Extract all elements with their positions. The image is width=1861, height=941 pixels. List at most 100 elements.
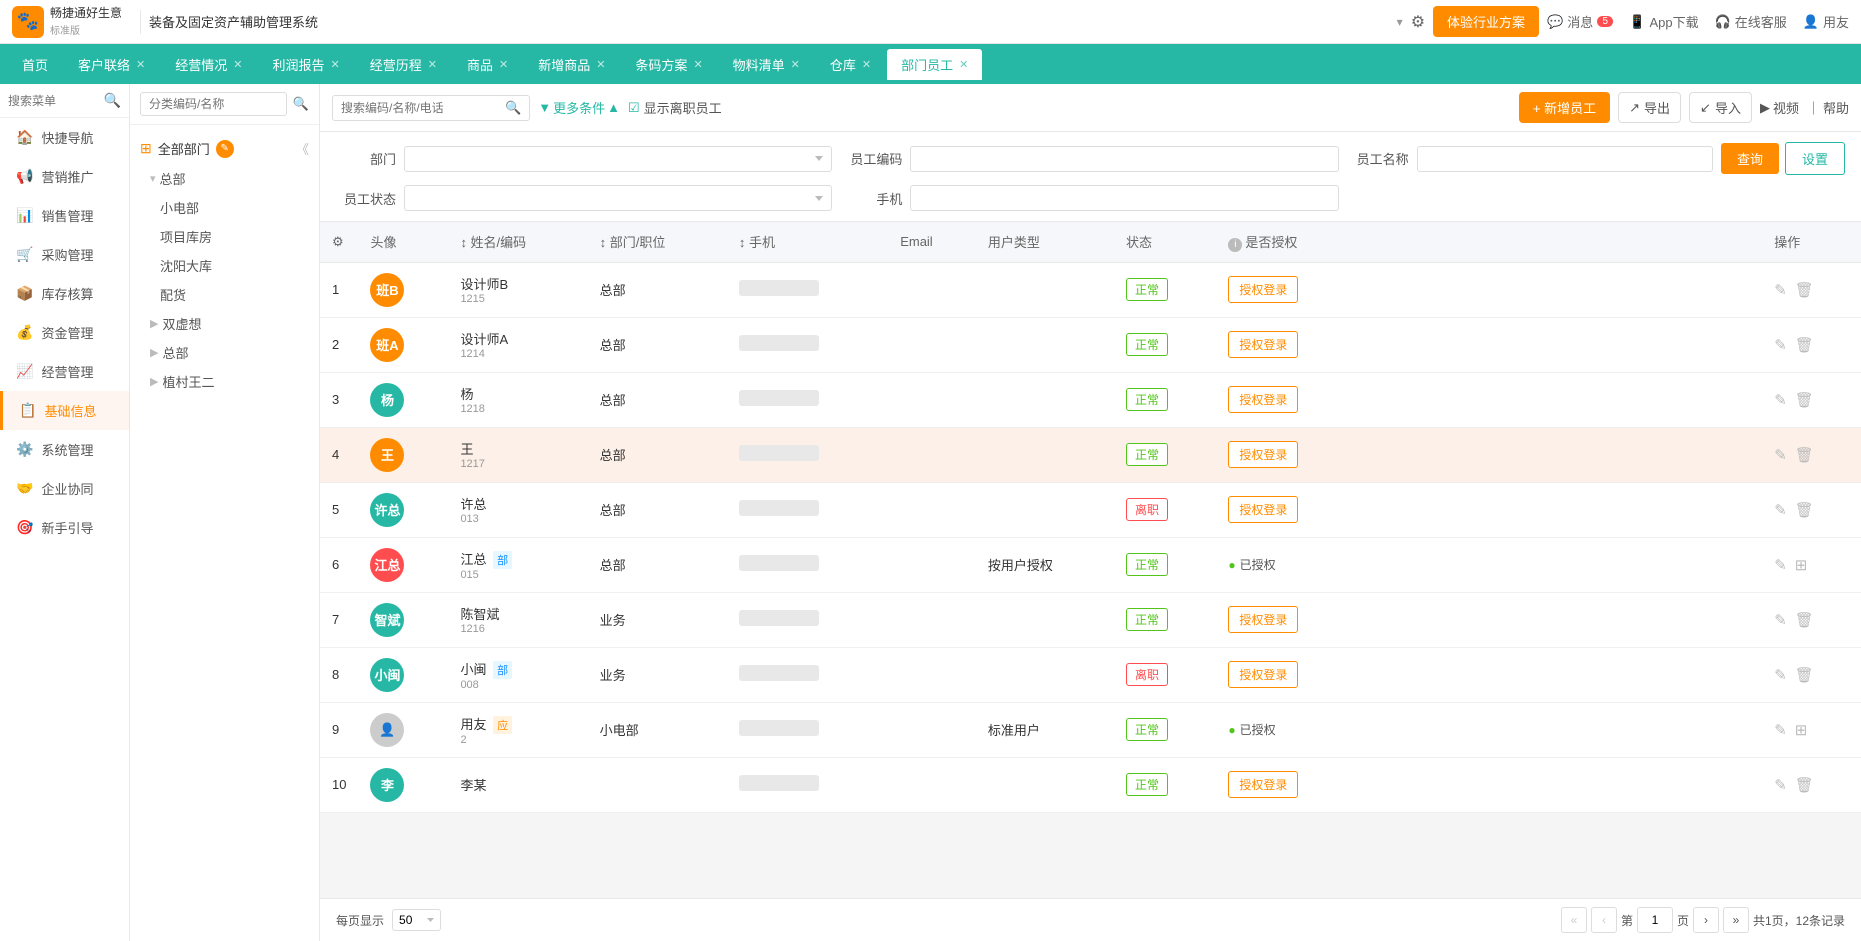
emp-search-input[interactable] bbox=[341, 101, 501, 115]
th-settings[interactable]: ⚙ bbox=[320, 222, 358, 262]
first-page-btn[interactable]: « bbox=[1561, 907, 1587, 933]
tab-close-icon[interactable]: ✕ bbox=[499, 58, 508, 71]
grant-btn[interactable]: 授权登录 bbox=[1228, 386, 1298, 413]
edit-icon[interactable]: ✎ bbox=[1774, 611, 1787, 629]
more-filter-btn[interactable]: ▼ 更多条件 ▲ bbox=[538, 98, 620, 117]
dept-child-shenyang[interactable]: 沈阳大库 bbox=[130, 251, 319, 280]
search-btn[interactable]: 查询 bbox=[1721, 143, 1779, 174]
sidebar-item-marketing[interactable]: 📢 营销推广 bbox=[0, 157, 129, 196]
tab-dept-emp[interactable]: 部门员工 ✕ bbox=[887, 49, 982, 80]
edit-icon[interactable]: ✎ bbox=[1774, 336, 1787, 354]
view-btn[interactable]: ▶ 视频 bbox=[1760, 98, 1799, 117]
copy-icon[interactable]: ⊞ bbox=[1795, 556, 1808, 574]
tab-goods[interactable]: 商品 ✕ bbox=[453, 49, 522, 80]
grant-btn[interactable]: 授权登录 bbox=[1228, 441, 1298, 468]
emp-status-filter-select[interactable] bbox=[404, 185, 832, 211]
dept-section-title-zhicun[interactable]: ▶ 植村王二 bbox=[130, 367, 319, 396]
grant-btn[interactable]: 授权登录 bbox=[1228, 606, 1298, 633]
online-service-btn[interactable]: 🎧 在线客服 bbox=[1715, 12, 1787, 31]
page-input[interactable] bbox=[1637, 907, 1673, 933]
edit-icon[interactable]: ✎ bbox=[1774, 281, 1787, 299]
tab-close-icon[interactable]: ✕ bbox=[136, 58, 145, 71]
tab-close-icon[interactable]: ✕ bbox=[596, 58, 605, 71]
system-title-dropdown[interactable]: ▾ bbox=[1397, 15, 1403, 29]
dept-section-title-general[interactable]: ▾ 总部 bbox=[130, 164, 319, 193]
dept-all-item[interactable]: ⊞ 全部部门 ✎ 《 bbox=[130, 133, 319, 164]
edit-icon[interactable]: ✎ bbox=[1774, 391, 1787, 409]
tab-barcode[interactable]: 条码方案 ✕ bbox=[621, 49, 716, 80]
help-btn[interactable]: ｜ 帮助 bbox=[1807, 98, 1849, 117]
tab-home[interactable]: 首页 bbox=[8, 49, 62, 80]
th-phone[interactable]: ↕ 手机 bbox=[727, 222, 888, 262]
settings-btn[interactable]: 设置 bbox=[1785, 142, 1845, 175]
gear-icon[interactable]: ⚙ bbox=[1411, 12, 1425, 32]
edit-icon[interactable]: ✎ bbox=[1774, 776, 1787, 794]
dept-search-input[interactable] bbox=[140, 92, 287, 116]
app-download-btn[interactable]: 📱 App下载 bbox=[1629, 12, 1698, 31]
sidebar-search-input[interactable] bbox=[8, 94, 100, 108]
sidebar-item-guide[interactable]: 🎯 新手引导 bbox=[0, 508, 129, 547]
delete-icon[interactable]: 🗑 bbox=[1795, 776, 1814, 794]
tab-close-icon[interactable]: ✕ bbox=[428, 58, 437, 71]
tab-new-goods[interactable]: 新增商品 ✕ bbox=[524, 49, 619, 80]
dept-child-project[interactable]: 项目库房 bbox=[130, 222, 319, 251]
tab-history[interactable]: 经营历程 ✕ bbox=[356, 49, 451, 80]
dept-child-peihu[interactable]: 配货 bbox=[130, 280, 319, 309]
tab-close-icon[interactable]: ✕ bbox=[791, 58, 800, 71]
tab-close-icon[interactable]: ✕ bbox=[862, 58, 871, 71]
grant-btn[interactable]: 授权登录 bbox=[1228, 331, 1298, 358]
sidebar-item-sales[interactable]: 📊 销售管理 bbox=[0, 196, 129, 235]
emp-code-filter-input[interactable] bbox=[910, 146, 1338, 172]
sidebar-item-inventory[interactable]: 📦 库存核算 bbox=[0, 274, 129, 313]
delete-icon[interactable]: 🗑 bbox=[1795, 391, 1814, 409]
edit-icon[interactable]: ✎ bbox=[1774, 446, 1787, 464]
import-btn[interactable]: ↙ 导入 bbox=[1689, 92, 1752, 123]
grant-btn[interactable]: 授权登录 bbox=[1228, 771, 1298, 798]
sidebar-item-finance[interactable]: 💰 资金管理 bbox=[0, 313, 129, 352]
next-page-btn[interactable]: › bbox=[1693, 907, 1719, 933]
tab-close-icon[interactable]: ✕ bbox=[233, 58, 242, 71]
phone-filter-input[interactable] bbox=[910, 185, 1338, 211]
tab-close-icon[interactable]: ✕ bbox=[331, 58, 340, 71]
prev-page-btn[interactable]: ‹ bbox=[1591, 907, 1617, 933]
sidebar-item-collab[interactable]: 🤝 企业协同 bbox=[0, 469, 129, 508]
tab-bom[interactable]: 物料清单 ✕ bbox=[719, 49, 814, 80]
sidebar-item-purchase[interactable]: 🛒 采购管理 bbox=[0, 235, 129, 274]
delete-icon[interactable]: 🗑 bbox=[1795, 666, 1814, 684]
last-page-btn[interactable]: » bbox=[1723, 907, 1749, 933]
tab-profit[interactable]: 利润报告 ✕ bbox=[258, 49, 353, 80]
edit-icon[interactable]: ✎ bbox=[1774, 721, 1787, 739]
edit-icon[interactable]: ✎ bbox=[1774, 556, 1787, 574]
show-resigned-toggle[interactable]: ☑ 显示离职员工 bbox=[628, 98, 722, 117]
tab-operation[interactable]: 经营情况 ✕ bbox=[161, 49, 256, 80]
dept-collapse-icon[interactable]: 《 bbox=[296, 139, 309, 158]
sidebar-item-quick-nav[interactable]: 🏠 快捷导航 bbox=[0, 118, 129, 157]
th-name[interactable]: ↕ 姓名/编码 bbox=[448, 222, 587, 262]
sidebar-item-biz[interactable]: 📈 经营管理 bbox=[0, 352, 129, 391]
dept-edit-icon[interactable]: ✎ bbox=[216, 140, 234, 158]
try-btn[interactable]: 体验行业方案 bbox=[1433, 6, 1539, 37]
grant-btn[interactable]: 授权登录 bbox=[1228, 276, 1298, 303]
delete-icon[interactable]: 🗑 bbox=[1795, 446, 1814, 464]
delete-icon[interactable]: 🗑 bbox=[1795, 281, 1814, 299]
delete-icon[interactable]: 🗑 bbox=[1795, 501, 1814, 519]
grant-btn[interactable]: 授权登录 bbox=[1228, 661, 1298, 688]
th-dept[interactable]: ↕ 部门/职位 bbox=[588, 222, 727, 262]
dept-child-xiaodian[interactable]: 小电部 bbox=[130, 193, 319, 222]
edit-icon[interactable]: ✎ bbox=[1774, 501, 1787, 519]
tab-close-icon[interactable]: ✕ bbox=[693, 58, 702, 71]
dept-filter-select[interactable] bbox=[404, 146, 832, 172]
export-btn[interactable]: ↗ 导出 bbox=[1618, 92, 1681, 123]
user-btn[interactable]: 👤 用友 bbox=[1803, 12, 1849, 31]
dept-search-icon[interactable]: 🔍 bbox=[293, 96, 309, 112]
copy-icon[interactable]: ⊞ bbox=[1795, 721, 1808, 739]
tab-customer[interactable]: 客户联络 ✕ bbox=[64, 49, 159, 80]
page-size-select[interactable]: 50 10 20 100 bbox=[392, 909, 441, 931]
dept-section-title-shuang[interactable]: ▶ 双虚想 bbox=[130, 309, 319, 338]
edit-icon[interactable]: ✎ bbox=[1774, 666, 1787, 684]
sidebar-item-basic[interactable]: 📋 基础信息 bbox=[0, 391, 129, 430]
tab-warehouse[interactable]: 仓库 ✕ bbox=[816, 49, 885, 80]
grant-btn[interactable]: 授权登录 bbox=[1228, 496, 1298, 523]
add-emp-btn[interactable]: + 新增员工 bbox=[1519, 92, 1610, 123]
dept-section-title-zongbu[interactable]: ▶ 总部 bbox=[130, 338, 319, 367]
